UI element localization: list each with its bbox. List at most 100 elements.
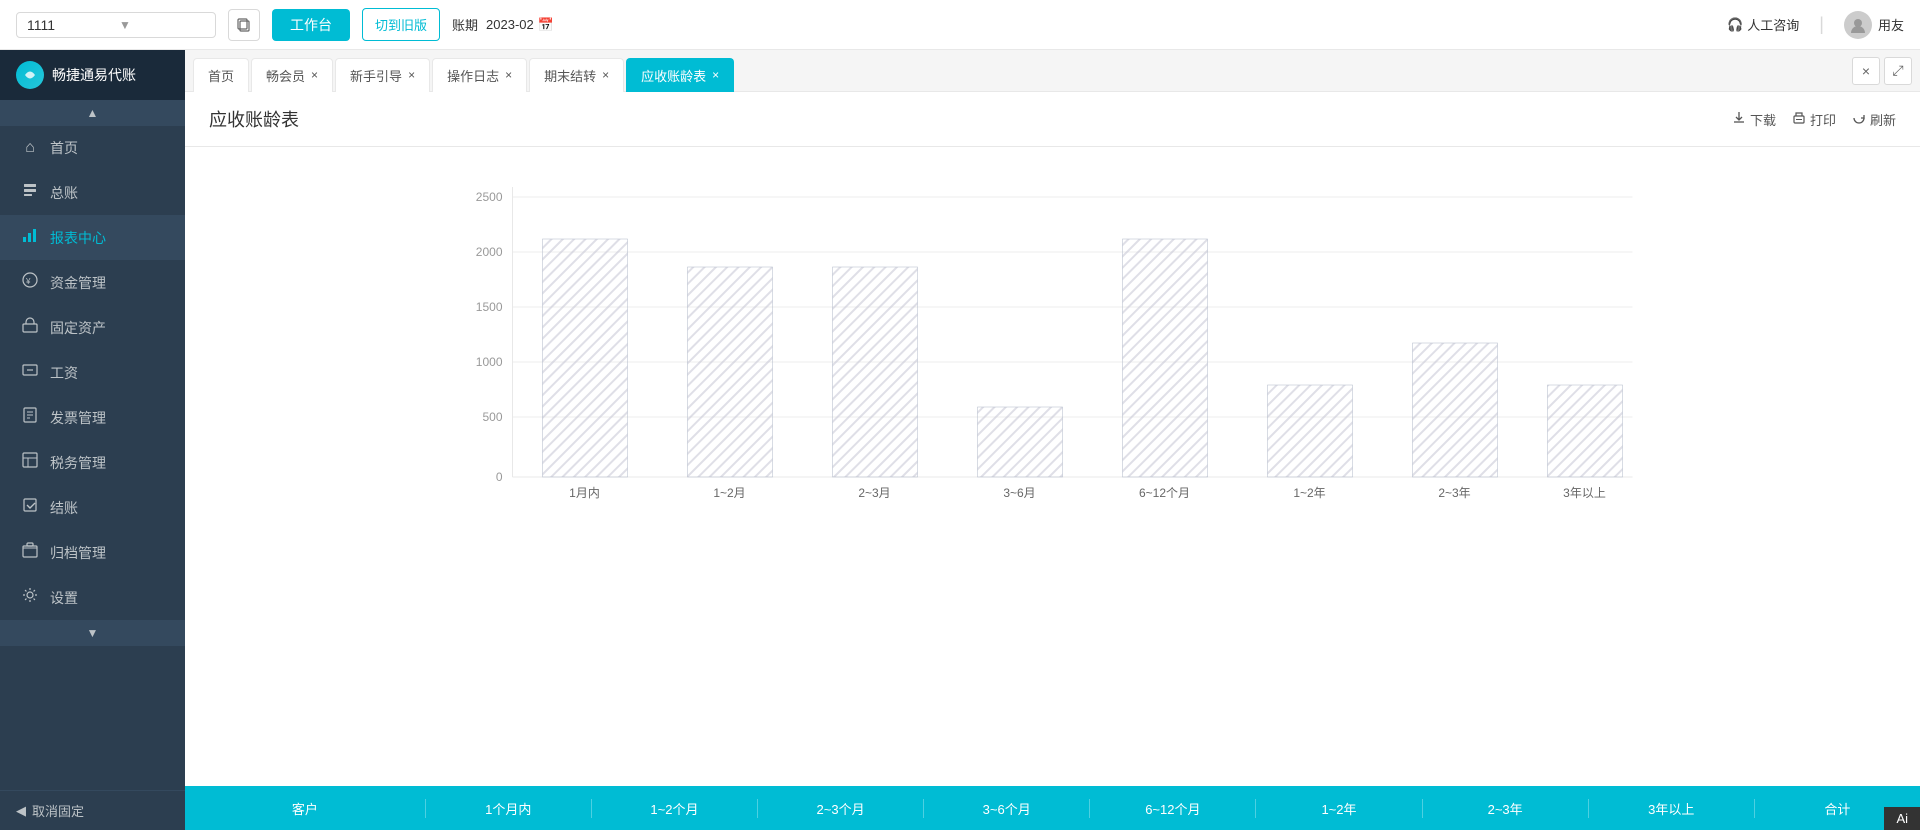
company-selector[interactable]: 1111 ▼ bbox=[16, 12, 216, 38]
th-1month: 1个月内 bbox=[426, 799, 592, 818]
close-all-tabs-button[interactable]: × bbox=[1852, 57, 1880, 85]
cancel-fixed-label: 取消固定 bbox=[32, 801, 84, 820]
svg-text:1500: 1500 bbox=[476, 300, 503, 314]
switch-version-button[interactable]: 切到旧版 bbox=[362, 8, 440, 41]
sidebar-label-invoice: 发票管理 bbox=[50, 408, 106, 428]
svg-text:2500: 2500 bbox=[476, 190, 503, 204]
archive-icon bbox=[20, 542, 40, 563]
logo-text: 畅捷通易代账 bbox=[52, 65, 136, 85]
download-button[interactable]: 下载 bbox=[1732, 110, 1776, 129]
sidebar-item-ledger[interactable]: 总账 bbox=[0, 170, 185, 215]
tab-period-end-label: 期末结转 bbox=[544, 66, 596, 85]
th-2-3year: 2~3年 bbox=[1423, 799, 1589, 818]
ledger-icon bbox=[20, 182, 40, 203]
avatar-icon bbox=[1849, 16, 1867, 34]
main-layout: 畅捷通易代账 ▲ ⌂ 首页 总账 报表中心 bbox=[0, 50, 1920, 830]
sidebar-item-tax[interactable]: 税务管理 bbox=[0, 440, 185, 485]
headset-icon: 🎧 bbox=[1727, 17, 1743, 33]
tab-period-end[interactable]: 期末结转 × bbox=[529, 58, 624, 92]
tab-member[interactable]: 畅会员 × bbox=[251, 58, 333, 92]
page-content: 应收账龄表 下载 打印 bbox=[185, 92, 1920, 830]
svg-text:1月内: 1月内 bbox=[569, 486, 600, 500]
chart-section: 0 500 1000 1500 2000 2500 bbox=[185, 147, 1920, 786]
consult-button[interactable]: 🎧 人工咨询 bbox=[1727, 15, 1799, 34]
brand-icon bbox=[20, 65, 40, 85]
maximize-button[interactable]: ⤢ bbox=[1884, 57, 1912, 85]
sidebar-label-settings: 设置 bbox=[50, 588, 78, 608]
reports-icon bbox=[20, 227, 40, 248]
tab-oplog[interactable]: 操作日志 × bbox=[432, 58, 527, 92]
sidebar-item-settings[interactable]: 设置 bbox=[0, 575, 185, 620]
tab-period-end-close[interactable]: × bbox=[602, 68, 609, 82]
tab-guide-close[interactable]: × bbox=[408, 68, 415, 82]
sidebar-item-assets[interactable]: 固定资产 bbox=[0, 305, 185, 350]
refresh-button[interactable]: 刷新 bbox=[1852, 110, 1896, 129]
sidebar-label-home: 首页 bbox=[50, 138, 78, 158]
tab-member-label: 畅会员 bbox=[266, 66, 305, 85]
th-1-2year: 1~2年 bbox=[1256, 799, 1422, 818]
company-name: 1111 bbox=[27, 17, 113, 33]
th-3-6month: 3~6个月 bbox=[924, 799, 1090, 818]
sidebar-label-settle: 结账 bbox=[50, 498, 78, 518]
tab-aging-label: 应收账龄表 bbox=[641, 66, 706, 85]
assets-icon bbox=[20, 317, 40, 338]
svg-text:1000: 1000 bbox=[476, 355, 503, 369]
pin-icon: ◀ bbox=[16, 803, 26, 819]
settle-icon bbox=[20, 497, 40, 518]
svg-text:2~3年: 2~3年 bbox=[1438, 486, 1470, 500]
logo-icon bbox=[16, 61, 44, 89]
tab-aging-close[interactable]: × bbox=[712, 68, 719, 82]
sidebar-item-invoice[interactable]: 发票管理 bbox=[0, 395, 185, 440]
svg-text:3~6月: 3~6月 bbox=[1003, 486, 1035, 500]
print-icon bbox=[1792, 111, 1806, 128]
sidebar-label-archive: 归档管理 bbox=[50, 543, 106, 563]
chevron-down-icon: ▼ bbox=[87, 626, 99, 640]
tab-oplog-label: 操作日志 bbox=[447, 66, 499, 85]
page-title: 应收账龄表 bbox=[209, 106, 299, 132]
sidebar-item-home[interactable]: ⌂ 首页 bbox=[0, 126, 185, 170]
sidebar-label-ledger: 总账 bbox=[50, 183, 78, 203]
tab-oplog-close[interactable]: × bbox=[505, 68, 512, 82]
ai-badge[interactable]: Ai bbox=[1884, 807, 1920, 830]
page-actions: 下载 打印 刷新 bbox=[1732, 110, 1896, 129]
tab-aging[interactable]: 应收账龄表 × bbox=[626, 58, 734, 92]
sidebar-item-settle[interactable]: 结账 bbox=[0, 485, 185, 530]
avatar bbox=[1844, 11, 1872, 39]
salary-icon bbox=[20, 362, 40, 383]
svg-text:¥: ¥ bbox=[25, 277, 31, 286]
th-3year-plus: 3年以上 bbox=[1589, 799, 1755, 818]
scroll-up-indicator[interactable]: ▲ bbox=[0, 100, 185, 126]
chart-wrapper: 0 500 1000 1500 2000 2500 bbox=[209, 167, 1896, 766]
tab-member-close[interactable]: × bbox=[311, 68, 318, 82]
sidebar: 畅捷通易代账 ▲ ⌂ 首页 总账 报表中心 bbox=[0, 50, 185, 830]
sidebar-item-funds[interactable]: ¥ 资金管理 bbox=[0, 260, 185, 305]
tab-home-label: 首页 bbox=[208, 66, 234, 85]
copy-button[interactable] bbox=[228, 9, 260, 41]
th-1-2month: 1~2个月 bbox=[592, 799, 758, 818]
tab-home[interactable]: 首页 bbox=[193, 58, 249, 92]
print-button[interactable]: 打印 bbox=[1792, 110, 1836, 129]
divider: | bbox=[1819, 14, 1824, 35]
logo-area: 畅捷通易代账 bbox=[0, 50, 185, 100]
chevron-up-icon: ▲ bbox=[87, 106, 99, 120]
sidebar-item-salary[interactable]: 工资 bbox=[0, 350, 185, 395]
tax-icon bbox=[20, 452, 40, 473]
calendar-icon[interactable]: 📅 bbox=[538, 17, 554, 33]
user-info[interactable]: 用友 bbox=[1844, 11, 1904, 39]
table-header: 客户 1个月内 1~2个月 2~3个月 3~6个月 6~12个月 bbox=[185, 786, 1920, 830]
refresh-icon bbox=[1852, 111, 1866, 128]
tab-guide[interactable]: 新手引导 × bbox=[335, 58, 430, 92]
svg-text:1~2月: 1~2月 bbox=[713, 486, 745, 500]
sidebar-label-assets: 固定资产 bbox=[50, 318, 106, 338]
svg-text:0: 0 bbox=[496, 470, 503, 484]
cancel-fixed-button[interactable]: ◀ 取消固定 bbox=[0, 790, 185, 830]
workbench-button[interactable]: 工作台 bbox=[272, 9, 350, 41]
sidebar-label-tax: 税务管理 bbox=[50, 453, 106, 473]
th-2-3month: 2~3个月 bbox=[758, 799, 924, 818]
period-label: 账期 2023-02 📅 bbox=[452, 15, 554, 34]
sidebar-item-archive[interactable]: 归档管理 bbox=[0, 530, 185, 575]
sidebar-label-funds: 资金管理 bbox=[50, 273, 106, 293]
content-area: 首页 畅会员 × 新手引导 × 操作日志 × 期末结转 × 应收账龄表 × bbox=[185, 50, 1920, 830]
scroll-down-indicator[interactable]: ▼ bbox=[0, 620, 185, 646]
sidebar-item-reports[interactable]: 报表中心 bbox=[0, 215, 185, 260]
